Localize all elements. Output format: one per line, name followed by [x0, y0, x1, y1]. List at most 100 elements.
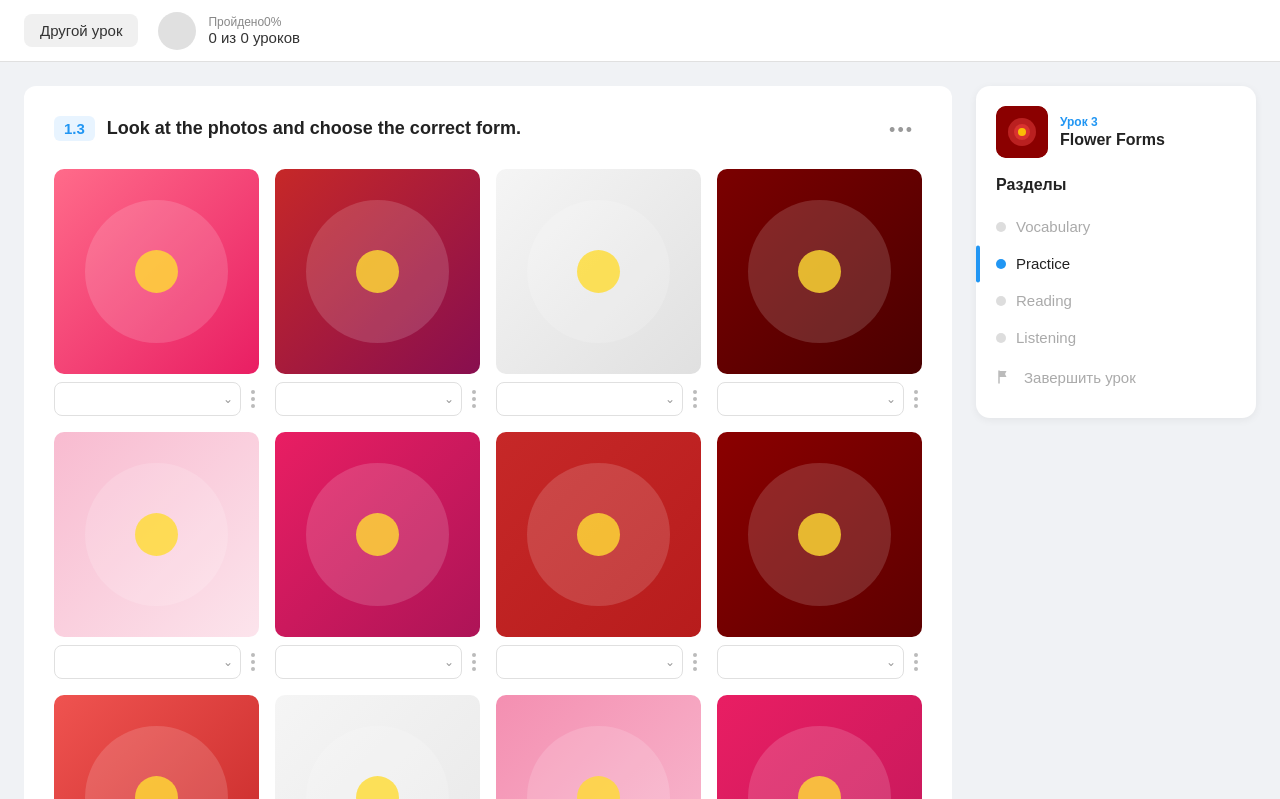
- section-label: Vocabulary: [1016, 218, 1090, 235]
- flower-center: [135, 513, 178, 556]
- flower-select-row: Form 1 Form 2 Form 3 ⌄: [717, 382, 922, 416]
- back-button[interactable]: Другой урок: [24, 14, 138, 47]
- content-area: 1.3 Look at the photos and choose the co…: [24, 86, 952, 799]
- flower-center: [135, 250, 178, 293]
- dot-3: [472, 404, 476, 408]
- task-title-row: 1.3 Look at the photos and choose the co…: [54, 116, 521, 141]
- flower-inner-circle: [527, 200, 671, 344]
- dot-2: [914, 660, 918, 664]
- dot-1: [914, 390, 918, 394]
- dot-3: [693, 404, 697, 408]
- flower-item: Form 1 Form 2 Form 3 ⌄: [275, 695, 480, 799]
- finish-lesson-button[interactable]: Завершить урок: [996, 356, 1236, 398]
- flower-image: [496, 432, 701, 637]
- item-options-button[interactable]: [468, 653, 480, 671]
- select-wrapper: Form 1 Form 2 Form 3 ⌄: [275, 382, 462, 416]
- select-wrapper: Form 1 Form 2 Form 3 ⌄: [717, 382, 904, 416]
- progress-percent: Пройдено0%: [208, 15, 300, 29]
- item-options-button[interactable]: [910, 390, 922, 408]
- item-options-button[interactable]: [689, 390, 701, 408]
- flower-select[interactable]: Form 1 Form 2 Form 3: [717, 382, 904, 416]
- flower-image: [717, 169, 922, 374]
- sidebar-item-vocabulary[interactable]: Vocabulary: [996, 208, 1236, 245]
- flower-select[interactable]: Form 1 Form 2 Form 3: [275, 645, 462, 679]
- section-list: Vocabulary Practice Reading Listening: [996, 208, 1236, 356]
- section-dot: [996, 296, 1006, 306]
- dot-3: [693, 667, 697, 671]
- svg-point-3: [1018, 128, 1026, 136]
- flower-center: [798, 776, 841, 799]
- dot-2: [472, 660, 476, 664]
- flower-select[interactable]: Form 1 Form 2 Form 3: [275, 382, 462, 416]
- flower-image: [54, 169, 259, 374]
- flower-inner-circle: [748, 726, 892, 799]
- flower-image: [275, 695, 480, 799]
- flower-select[interactable]: Form 1 Form 2 Form 3: [54, 382, 241, 416]
- flower-select[interactable]: Form 1 Form 2 Form 3: [496, 645, 683, 679]
- flower-image: [717, 432, 922, 637]
- lesson-card-header: Урок 3 Flower Forms: [996, 106, 1236, 158]
- flower-select-row: Form 1 Form 2 Form 3 ⌄: [54, 382, 259, 416]
- flower-select[interactable]: Form 1 Form 2 Form 3: [54, 645, 241, 679]
- dot-2: [472, 397, 476, 401]
- finish-label: Завершить урок: [1024, 369, 1136, 386]
- section-label: Reading: [1016, 292, 1072, 309]
- flower-center: [356, 776, 399, 799]
- flower-image: [496, 169, 701, 374]
- dot-1: [472, 390, 476, 394]
- flower-image: [54, 432, 259, 637]
- lesson-thumbnail: [996, 106, 1048, 158]
- item-options-button[interactable]: [689, 653, 701, 671]
- select-wrapper: Form 1 Form 2 Form 3 ⌄: [54, 645, 241, 679]
- section-dot: [996, 333, 1006, 343]
- flower-select[interactable]: Form 1 Form 2 Form 3: [717, 645, 904, 679]
- flower-grid: Form 1 Form 2 Form 3 ⌄: [54, 169, 922, 799]
- item-options-button[interactable]: [247, 390, 259, 408]
- dot-1: [914, 653, 918, 657]
- lesson-label: Урок 3: [1060, 115, 1165, 129]
- flower-select-row: Form 1 Form 2 Form 3 ⌄: [496, 645, 701, 679]
- flower-image: [54, 695, 259, 799]
- select-wrapper: Form 1 Form 2 Form 3 ⌄: [717, 645, 904, 679]
- task-menu-button[interactable]: •••: [881, 116, 922, 145]
- lesson-meta: Урок 3 Flower Forms: [1060, 115, 1165, 149]
- item-options-button[interactable]: [468, 390, 480, 408]
- task-title: Look at the photos and choose the correc…: [107, 118, 521, 139]
- sidebar-item-listening[interactable]: Listening: [996, 319, 1236, 356]
- flower-center: [798, 250, 841, 293]
- sidebar-item-reading[interactable]: Reading: [996, 282, 1236, 319]
- flower-inner-circle: [748, 200, 892, 344]
- dot-3: [251, 667, 255, 671]
- flower-select-row: Form 1 Form 2 Form 3 ⌄: [717, 645, 922, 679]
- flower-inner-circle: [527, 726, 671, 799]
- flower-item: Form 1 Form 2 Form 3 ⌄: [496, 695, 701, 799]
- flower-image: [275, 432, 480, 637]
- flower-center: [135, 776, 178, 799]
- flower-image: [275, 169, 480, 374]
- flower-item: Form 1 Form 2 Form 3 ⌄: [496, 169, 701, 416]
- item-options-button[interactable]: [247, 653, 259, 671]
- select-wrapper: Form 1 Form 2 Form 3 ⌄: [54, 382, 241, 416]
- section-label: Listening: [1016, 329, 1076, 346]
- dot-1: [693, 390, 697, 394]
- flower-inner-circle: [527, 463, 671, 607]
- lesson-card: Урок 3 Flower Forms Разделы Vocabulary P…: [976, 86, 1256, 418]
- dot-1: [251, 390, 255, 394]
- sections-title: Разделы: [996, 176, 1236, 194]
- flower-select[interactable]: Form 1 Form 2 Form 3: [496, 382, 683, 416]
- dot-2: [914, 397, 918, 401]
- flower-inner-circle: [748, 463, 892, 607]
- task-header: 1.3 Look at the photos and choose the co…: [54, 116, 922, 145]
- flower-item: Form 1 Form 2 Form 3 ⌄: [717, 432, 922, 679]
- dot-2: [251, 660, 255, 664]
- flower-item: Form 1 Form 2 Form 3 ⌄: [717, 169, 922, 416]
- sidebar-item-practice[interactable]: Practice: [996, 245, 1236, 282]
- item-options-button[interactable]: [910, 653, 922, 671]
- dot-2: [693, 397, 697, 401]
- flower-item: Form 1 Form 2 Form 3 ⌄: [275, 169, 480, 416]
- dot-1: [472, 653, 476, 657]
- progress-lessons: 0 из 0 уроков: [208, 29, 300, 46]
- flower-item: Form 1 Form 2 Form 3 ⌄: [54, 169, 259, 416]
- flower-item: Form 1 Form 2 Form 3 ⌄: [54, 695, 259, 799]
- section-label: Practice: [1016, 255, 1070, 272]
